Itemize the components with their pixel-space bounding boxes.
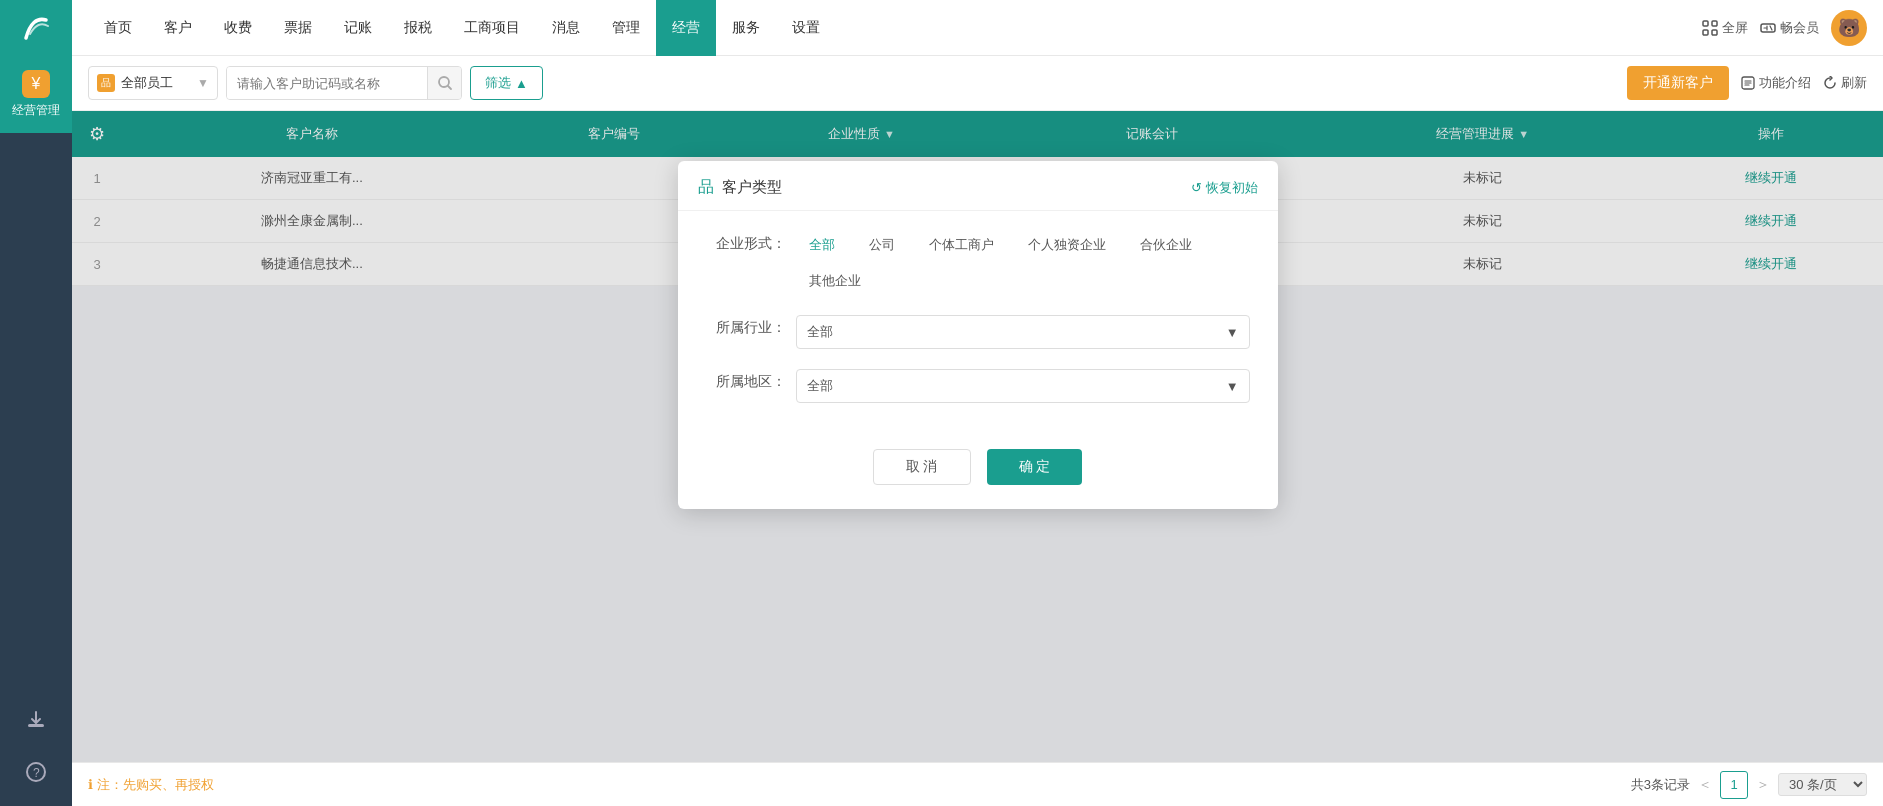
nav-tax[interactable]: 报税 [388, 0, 448, 56]
tag-group: 全部 公司 个体工商户 个人独资企业 合伙企业 其他企业 [796, 231, 1250, 295]
cancel-button[interactable]: 取 消 [873, 449, 971, 485]
employee-select[interactable]: 品 全部员工 ▼ [88, 66, 218, 100]
chevron-up-icon: ▲ [515, 76, 528, 91]
employee-select-text: 全部员工 [121, 74, 191, 92]
func-intro-label: 功能介绍 [1759, 74, 1811, 92]
vip-label: 畅会员 [1780, 19, 1819, 37]
help-icon[interactable]: ? [18, 754, 54, 790]
tag-other[interactable]: 其他企业 [796, 267, 874, 295]
region-select-wrap: 全部 ▼ [796, 369, 1250, 403]
filter-button[interactable]: 筛选 ▲ [470, 66, 543, 100]
svg-rect-0 [28, 724, 44, 727]
enterprise-form-row: 企业形式： 全部 公司 个体工商户 个人独资企业 合伙企业 其他企业 [706, 231, 1250, 295]
nav-mgmt[interactable]: 管理 [596, 0, 656, 56]
fullscreen-label: 全屏 [1722, 19, 1748, 37]
tag-all[interactable]: 全部 [796, 231, 848, 259]
next-page-button[interactable]: ＞ [1756, 776, 1770, 794]
nav-home[interactable]: 首页 [88, 0, 148, 56]
pagination: 共3条记录 ＜ 1 ＞ 30 条/页 50 条/页 100 条/页 [1631, 771, 1867, 799]
vip-button[interactable]: 畅会员 [1760, 19, 1819, 37]
footer-note: ℹ 注：先购买、再授权 [88, 776, 214, 794]
region-form-row: 所属地区： 全部 ▼ [706, 369, 1250, 403]
info-icon: ℹ [88, 777, 93, 792]
toolbar-right: 开通新客户 功能介绍 刷新 [1627, 66, 1867, 100]
func-intro-link[interactable]: 功能介绍 [1741, 74, 1811, 92]
confirm-button[interactable]: 确 定 [987, 449, 1083, 485]
refresh-link[interactable]: 刷新 [1823, 74, 1867, 92]
chevron-down-icon: ▼ [1226, 325, 1239, 340]
nav-settings[interactable]: 设置 [776, 0, 836, 56]
modal-header: 品 客户类型 ↺ 恢复初始 [678, 161, 1278, 211]
reset-icon: ↺ [1191, 180, 1202, 195]
search-input[interactable] [227, 67, 427, 99]
svg-rect-7 [1761, 24, 1775, 32]
region-select[interactable]: 全部 ▼ [796, 369, 1250, 403]
sidebar-item-label: 经营管理 [12, 102, 60, 119]
enterprise-form-label: 企业形式： [706, 231, 786, 253]
region-label: 所属地区： [706, 369, 786, 391]
industry-label: 所属行业： [706, 315, 786, 337]
tag-individual[interactable]: 个体工商户 [916, 231, 1007, 259]
modal-title-icon: 品 [698, 177, 714, 198]
svg-text:?: ? [33, 766, 40, 780]
per-page-select[interactable]: 30 条/页 50 条/页 100 条/页 [1778, 773, 1867, 796]
filter-label: 筛选 [485, 74, 511, 92]
current-page[interactable]: 1 [1720, 771, 1748, 799]
nav-biz[interactable]: 工商项目 [448, 0, 536, 56]
nav-msg[interactable]: 消息 [536, 0, 596, 56]
svg-rect-5 [1703, 30, 1708, 35]
chevron-down-icon: ▼ [197, 76, 209, 90]
download-icon[interactable] [18, 702, 54, 738]
search-button[interactable] [427, 66, 461, 100]
nav-fee[interactable]: 收费 [208, 0, 268, 56]
nav-customer[interactable]: 客户 [148, 0, 208, 56]
tag-partner[interactable]: 合伙企业 [1127, 231, 1205, 259]
refresh-label: 刷新 [1841, 74, 1867, 92]
reset-label: 恢复初始 [1206, 179, 1258, 197]
yuan-icon: ¥ [22, 70, 50, 98]
fullscreen-button[interactable]: 全屏 [1702, 19, 1748, 37]
sidebar: ¥ 经营管理 ? [0, 0, 72, 806]
total-records: 共3条记录 [1631, 776, 1690, 794]
svg-rect-6 [1712, 30, 1717, 35]
main-area: 首页 客户 收费 票据 记账 报税 工商项目 消息 管理 经营 服务 设置 全屏… [72, 0, 1883, 806]
tag-company[interactable]: 公司 [856, 231, 908, 259]
chevron-down-icon: ▼ [1226, 379, 1239, 394]
table-area: ⚙ 客户名称 客户编号 企业性质▼ 记账会计 经营管理进展▼ 操作 1 [72, 111, 1883, 762]
sidebar-logo [0, 0, 72, 56]
svg-rect-4 [1712, 21, 1717, 26]
region-value: 全部 [807, 377, 833, 395]
industry-select[interactable]: 全部 ▼ [796, 315, 1250, 349]
industry-value: 全部 [807, 323, 833, 341]
page-footer: ℹ 注：先购买、再授权 共3条记录 ＜ 1 ＞ 30 条/页 50 条/页 10… [72, 762, 1883, 806]
search-wrap [226, 66, 462, 100]
modal-body: 企业形式： 全部 公司 个体工商户 个人独资企业 合伙企业 其他企业 [678, 211, 1278, 433]
tag-sole[interactable]: 个人独资企业 [1015, 231, 1119, 259]
nav-invoice[interactable]: 票据 [268, 0, 328, 56]
nav-operation[interactable]: 经营 [656, 0, 716, 56]
sidebar-bottom: ? [18, 702, 54, 806]
filter-modal: 品 客户类型 ↺ 恢复初始 企业形式： [678, 161, 1278, 509]
user-avatar[interactable]: 🐻 [1831, 10, 1867, 46]
employee-icon: 品 [97, 74, 115, 92]
industry-form-row: 所属行业： 全部 ▼ [706, 315, 1250, 349]
industry-select-wrap: 全部 ▼ [796, 315, 1250, 349]
footer-note-text: 注：先购买、再授权 [97, 776, 214, 794]
prev-page-button[interactable]: ＜ [1698, 776, 1712, 794]
top-nav: 首页 客户 收费 票据 记账 报税 工商项目 消息 管理 经营 服务 设置 全屏… [72, 0, 1883, 56]
modal-title-text: 客户类型 [722, 178, 782, 197]
new-customer-button[interactable]: 开通新客户 [1627, 66, 1729, 100]
sidebar-item-jingying[interactable]: ¥ 经营管理 [0, 56, 72, 133]
enterprise-options: 全部 公司 个体工商户 个人独资企业 合伙企业 其他企业 [796, 231, 1250, 295]
svg-rect-3 [1703, 21, 1708, 26]
modal-reset-button[interactable]: ↺ 恢复初始 [1191, 179, 1258, 197]
modal-title: 品 客户类型 [698, 177, 782, 198]
nav-service[interactable]: 服务 [716, 0, 776, 56]
nav-right: 全屏 畅会员 🐻 [1702, 10, 1867, 46]
nav-bookkeep[interactable]: 记账 [328, 0, 388, 56]
modal-footer: 取 消 确 定 [678, 433, 1278, 509]
